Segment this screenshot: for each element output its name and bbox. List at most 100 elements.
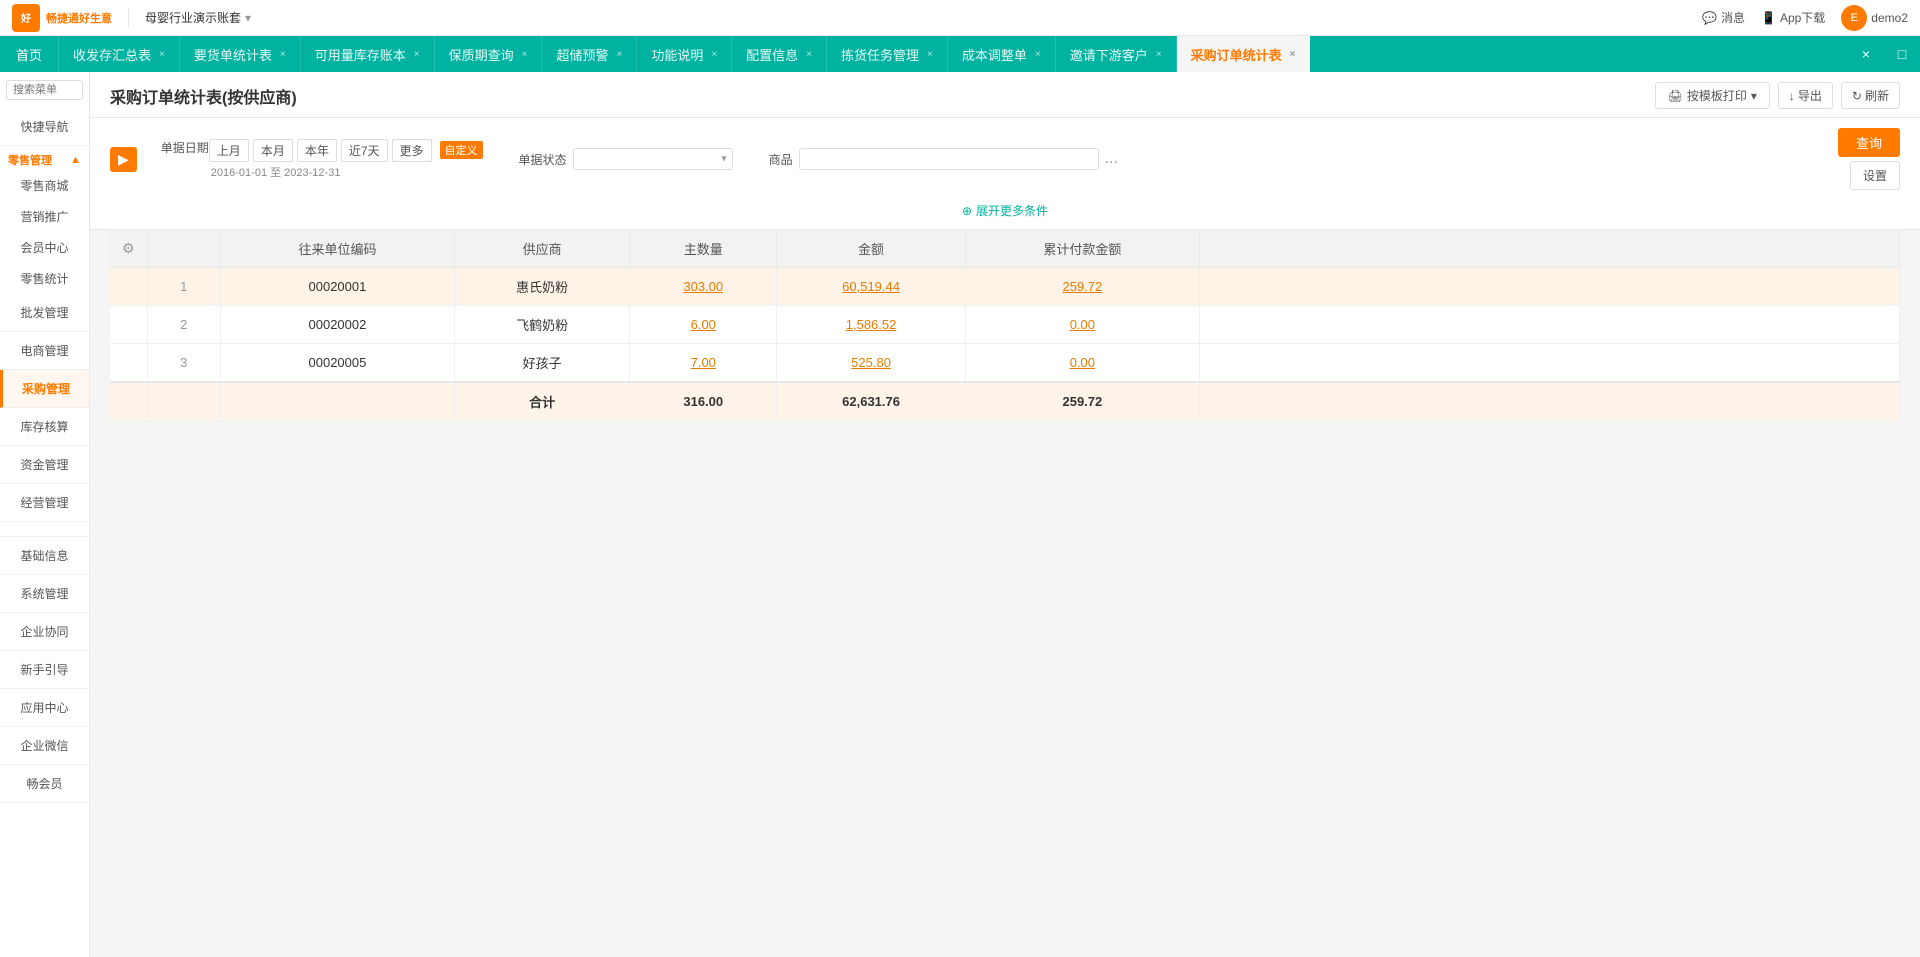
tab-close-purchase-stats[interactable]: ×: [1290, 49, 1296, 60]
sidebar-item-app-center[interactable]: 应用中心: [0, 689, 89, 727]
tab-purchase-stats[interactable]: 采购订单统计表 ×: [1177, 36, 1311, 72]
table-row: 2 00020002 飞鹤奶粉 6.00 1,586.52 0.00: [110, 306, 1900, 344]
tab-receive-summary[interactable]: 收发存汇总表 ×: [59, 36, 180, 72]
goods-more-icon[interactable]: ...: [1105, 150, 1118, 168]
search-input[interactable]: [6, 80, 83, 100]
sidebar-item-retail-shop[interactable]: 零售商城: [0, 170, 89, 201]
tab-close-function-desc[interactable]: ×: [711, 49, 717, 60]
table-settings-icon[interactable]: ⚙: [122, 240, 135, 256]
footer-label: 合计: [455, 382, 630, 421]
sidebar-item-vip[interactable]: 畅会员: [0, 765, 89, 803]
expand-more-btn[interactable]: ⊕ 展开更多条件: [962, 202, 1048, 219]
nav-tabs: 首页 收发存汇总表 × 要货单统计表 × 可用量库存账本 × 保质期查询 × 超…: [0, 36, 1920, 72]
tab-close-order-stats[interactable]: ×: [280, 49, 286, 60]
cell-supplier: 好孩子: [455, 344, 630, 383]
tab-function-desc[interactable]: 功能说明 ×: [637, 36, 732, 72]
cell-unit-code: 00020001: [220, 268, 454, 306]
tab-invite-downstream[interactable]: 邀请下游客户 ×: [1056, 36, 1177, 72]
tab-overstock[interactable]: 超储预警 ×: [542, 36, 637, 72]
print-icon: 🖨: [1668, 89, 1683, 103]
content-area: 采购订单统计表(按供应商) 🖨 按模板打印 ▾ ↓ 导出 ↻ 刷新: [90, 72, 1920, 957]
sidebar-item-wholesale[interactable]: 批发管理: [0, 294, 89, 332]
goods-label: 商品: [769, 151, 793, 168]
user-avatar-text: E: [1851, 12, 1858, 24]
tab-shelf-life[interactable]: 保质期查询 ×: [435, 36, 543, 72]
tab-available-stock[interactable]: 可用量库存账本 ×: [301, 36, 435, 72]
tab-close-invite-downstream[interactable]: ×: [1156, 49, 1162, 60]
expand-icon: ⊕: [962, 204, 972, 218]
date-buttons-row: 上月 本月 本年 近7天 更多 自定义: [209, 139, 483, 162]
sidebar-item-enterprise-wechat[interactable]: 企业微信: [0, 727, 89, 765]
nav-close-btn[interactable]: ×: [1848, 36, 1884, 72]
tab-close-available-stock[interactable]: ×: [414, 49, 420, 60]
tab-cost-adjust[interactable]: 成本调整单 ×: [948, 36, 1056, 72]
sidebar-item-finance[interactable]: 资金管理: [0, 446, 89, 484]
date-btn-this-year[interactable]: 本年: [297, 139, 337, 162]
date-btn-this-month[interactable]: 本月: [253, 139, 293, 162]
sidebar-item-sys-mgmt[interactable]: 系统管理: [0, 575, 89, 613]
app-download-btn[interactable]: 📱 App下载: [1761, 9, 1825, 26]
sidebar-item-ops[interactable]: 经营管理: [0, 484, 89, 522]
cell-supplier: 惠氏奶粉: [455, 268, 630, 306]
tab-home[interactable]: 首页: [0, 36, 59, 72]
tab-close-overstock[interactable]: ×: [616, 49, 622, 60]
filter-date-section: 单据日期 上月 本月 本年 近7天 更多 自定义 2016-01-01 至 20…: [161, 139, 483, 180]
refresh-btn[interactable]: ↻ 刷新: [1841, 82, 1900, 109]
user-area[interactable]: E demo2: [1841, 5, 1908, 31]
sidebar-item-quick-nav[interactable]: 快捷导航: [0, 108, 89, 146]
query-btn[interactable]: 查询: [1838, 128, 1900, 157]
date-label: 单据日期: [161, 139, 209, 156]
col-amount: 金额: [777, 230, 965, 268]
footer-amount: 62,631.76: [777, 382, 965, 421]
tab-close-receive-summary[interactable]: ×: [159, 49, 165, 60]
export-btn[interactable]: ↓ 导出: [1778, 82, 1833, 109]
sidebar-item-basic-info[interactable]: 基础信息: [0, 537, 89, 575]
filter-collapse-btn[interactable]: ▶: [110, 147, 137, 172]
phone-icon: 📱: [1761, 11, 1776, 25]
tab-config-info[interactable]: 配置信息 ×: [732, 36, 827, 72]
tab-close-shelf-life[interactable]: ×: [522, 49, 528, 60]
top-bar-left: 好 畅捷通好生意 母婴行业演示账套 ▾: [12, 4, 251, 32]
footer-paid-amount: 259.72: [965, 382, 1199, 421]
page-title: 采购订单统计表(按供应商): [110, 84, 297, 108]
template-print-btn[interactable]: 🖨 按模板打印 ▾: [1655, 82, 1770, 109]
col-paid-amount: 累计付款金额: [965, 230, 1199, 268]
date-btn-last-month[interactable]: 上月: [209, 139, 249, 162]
goods-input[interactable]: [799, 148, 1099, 170]
cell-unit-code: 00020005: [220, 344, 454, 383]
tab-close-pick-task[interactable]: ×: [927, 49, 933, 60]
sidebar-item-inventory[interactable]: 库存核算: [0, 408, 89, 446]
nav-max-btn[interactable]: □: [1884, 36, 1920, 72]
logo-text: 畅捷通好生意: [46, 10, 112, 26]
col-row-num: [147, 230, 220, 268]
sidebar-item-member-center[interactable]: 会员中心: [0, 232, 89, 263]
date-range-display: 2016-01-01 至 2023-12-31: [211, 164, 483, 180]
date-btn-7days[interactable]: 近7天: [341, 139, 388, 162]
sidebar-group-retail[interactable]: 零售管理 ▲: [0, 146, 89, 170]
tab-pick-task[interactable]: 拣货任务管理 ×: [827, 36, 948, 72]
cell-main-qty: 303.00: [630, 268, 777, 306]
sidebar-item-purchase[interactable]: 采购管理: [0, 370, 89, 408]
status-select[interactable]: [573, 148, 733, 170]
data-table: ⚙ 往来单位编码 供应商 主数量 金额 累计付款金额 1: [110, 230, 1900, 421]
date-btn-more[interactable]: 更多: [392, 139, 432, 162]
setting-btn[interactable]: 设置: [1850, 161, 1900, 190]
sidebar-item-new-guide[interactable]: 新手引导: [0, 651, 89, 689]
sidebar-item-retail-stats[interactable]: 零售统计: [0, 263, 89, 294]
sidebar-item-ecommerce[interactable]: 电商管理: [0, 332, 89, 370]
status-select-wrapper: ▾: [573, 148, 733, 170]
message-icon: 💬: [1702, 11, 1717, 25]
workspace-selector[interactable]: 母婴行业演示账套 ▾: [145, 9, 251, 26]
cell-supplier: 飞鹤奶粉: [455, 306, 630, 344]
cell-amount: 60,519.44: [777, 268, 965, 306]
tab-close-config-info[interactable]: ×: [806, 49, 812, 60]
workspace-name: 母婴行业演示账套: [145, 9, 241, 26]
message-btn[interactable]: 💬 消息: [1702, 9, 1745, 26]
tab-order-stats[interactable]: 要货单统计表 ×: [180, 36, 301, 72]
cell-main-qty: 6.00: [630, 306, 777, 344]
sidebar-item-marketing[interactable]: 营销推广: [0, 201, 89, 232]
tab-close-cost-adjust[interactable]: ×: [1035, 49, 1041, 60]
cell-settings: [110, 306, 147, 344]
table-header: ⚙ 往来单位编码 供应商 主数量 金额 累计付款金额: [110, 230, 1900, 268]
sidebar-item-enterprise-collab[interactable]: 企业协同: [0, 613, 89, 651]
